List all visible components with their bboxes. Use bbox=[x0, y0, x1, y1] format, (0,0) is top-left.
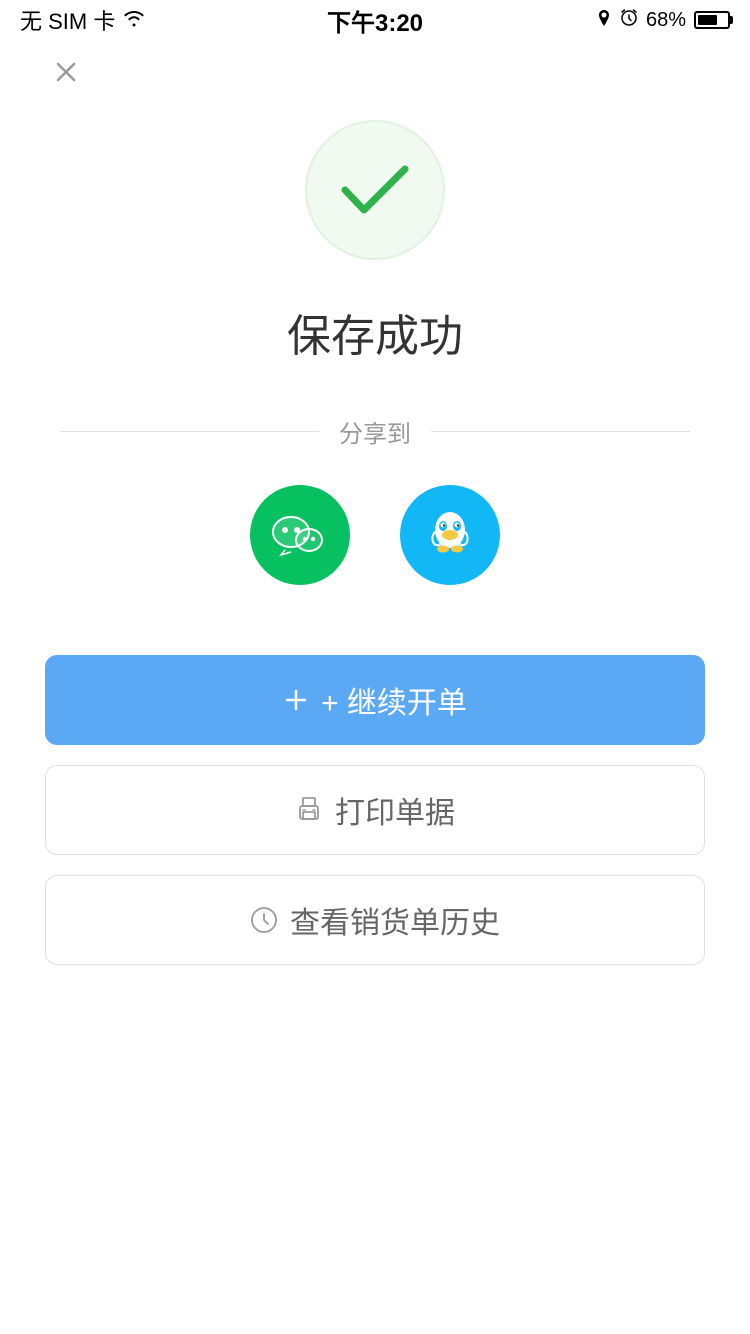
success-title: 保存成功 bbox=[287, 300, 463, 364]
plus-icon bbox=[283, 687, 309, 713]
print-label: 打印单据 bbox=[335, 788, 455, 832]
wechat-share-button[interactable] bbox=[250, 485, 350, 585]
no-sim-text: 无 SIM 卡 bbox=[20, 4, 115, 36]
wifi-icon bbox=[123, 7, 145, 33]
close-button[interactable] bbox=[44, 50, 88, 94]
divider-line-right bbox=[431, 431, 690, 432]
print-button[interactable]: 打印单据 bbox=[45, 765, 705, 855]
success-circle bbox=[305, 120, 445, 260]
main-content: 保存成功 分享到 bbox=[0, 40, 750, 965]
alarm-icon bbox=[620, 8, 638, 32]
battery-icon bbox=[694, 11, 730, 29]
share-divider: 分享到 bbox=[0, 414, 750, 449]
share-icons bbox=[250, 485, 500, 585]
status-bar: 无 SIM 卡 下午3:20 68% bbox=[0, 0, 750, 40]
continue-order-label: + 继续开单 bbox=[321, 678, 467, 722]
status-right: 68% bbox=[596, 8, 730, 32]
battery-percent: 68% bbox=[646, 9, 686, 32]
history-icon bbox=[250, 906, 278, 934]
view-history-label: 查看销货单历史 bbox=[290, 898, 500, 942]
continue-order-button[interactable]: + 继续开单 bbox=[45, 655, 705, 745]
action-buttons: + 继续开单 打印单据 查看销货单历史 bbox=[45, 655, 705, 965]
view-history-button[interactable]: 查看销货单历史 bbox=[45, 875, 705, 965]
divider-line-left bbox=[60, 431, 319, 432]
location-icon bbox=[596, 9, 612, 32]
status-left: 无 SIM 卡 bbox=[20, 4, 145, 36]
print-icon bbox=[295, 797, 323, 823]
qq-share-button[interactable] bbox=[400, 485, 500, 585]
status-time: 下午3:20 bbox=[327, 3, 423, 38]
share-label: 分享到 bbox=[319, 414, 431, 449]
